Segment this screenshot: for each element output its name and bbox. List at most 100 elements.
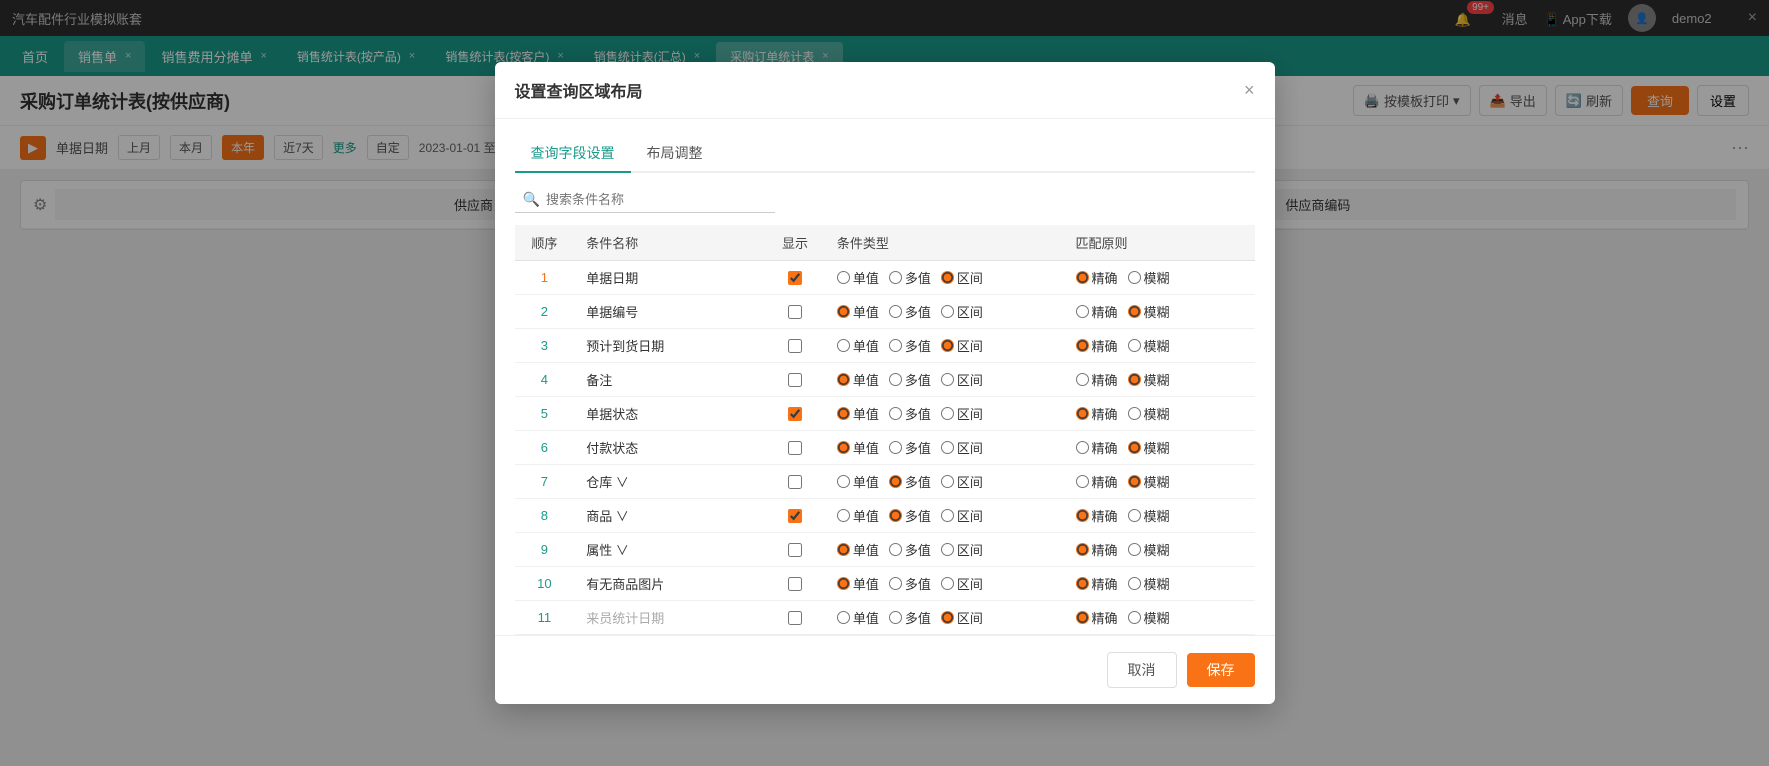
ctype-radio-区间[interactable] — [941, 305, 954, 318]
cell-match-rule: 精确模糊 — [1064, 363, 1255, 397]
cell-condition-name: 来员统计日期 — [574, 601, 765, 635]
match-radio-精确[interactable] — [1076, 305, 1089, 318]
match-radio-模糊[interactable] — [1128, 305, 1141, 318]
ctype-radio-单值[interactable] — [837, 509, 850, 522]
search-input[interactable] — [546, 192, 767, 207]
ctype-radio-多值[interactable] — [889, 441, 902, 454]
display-checkbox[interactable] — [788, 543, 802, 557]
display-checkbox[interactable] — [788, 509, 802, 523]
modal-search-box: 🔍 — [515, 187, 775, 213]
table-row: 10有无商品图片单值多值区间精确模糊 — [515, 567, 1255, 601]
cell-display — [765, 363, 825, 397]
display-checkbox[interactable] — [788, 339, 802, 353]
match-radio-精确[interactable] — [1076, 611, 1089, 624]
ctype-radio-单值[interactable] — [837, 441, 850, 454]
cell-condition-name: 仓库 ∨ — [574, 465, 765, 499]
display-checkbox[interactable] — [788, 441, 802, 455]
modal-table: 顺序 条件名称 显示 条件类型 匹配原则 1单据日期单值多值区间精确模糊2单据编… — [515, 225, 1255, 635]
display-checkbox[interactable] — [788, 611, 802, 625]
modal-tab-query-fields-label: 查询字段设置 — [531, 145, 615, 161]
ctype-radio-单值[interactable] — [837, 543, 850, 556]
display-checkbox[interactable] — [788, 407, 802, 421]
match-radio-精确[interactable] — [1076, 475, 1089, 488]
modal-close-btn[interactable]: × — [1244, 81, 1255, 99]
ctype-radio-区间[interactable] — [941, 271, 954, 284]
cancel-btn[interactable]: 取消 — [1107, 652, 1177, 688]
ctype-radio-单值[interactable] — [837, 373, 850, 386]
th-display: 显示 — [765, 225, 825, 261]
display-checkbox[interactable] — [788, 373, 802, 387]
match-radio-模糊[interactable] — [1128, 407, 1141, 420]
ctype-radio-单值[interactable] — [837, 305, 850, 318]
match-radio-精确[interactable] — [1076, 577, 1089, 590]
ctype-radio-多值[interactable] — [889, 611, 902, 624]
cell-condition-type: 单值多值区间 — [825, 261, 1064, 295]
ctype-radio-单值[interactable] — [837, 271, 850, 284]
match-radio-精确[interactable] — [1076, 509, 1089, 522]
cell-condition-name: 单据日期 — [574, 261, 765, 295]
cell-condition-name: 单据编号 — [574, 295, 765, 329]
modal-header: 设置查询区域布局 × — [495, 62, 1275, 119]
modal-tab-layout[interactable]: 布局调整 — [631, 135, 719, 173]
table-row: 8商品 ∨单值多值区间精确模糊 — [515, 499, 1255, 533]
ctype-radio-单值[interactable] — [837, 611, 850, 624]
match-radio-模糊[interactable] — [1128, 509, 1141, 522]
table-row: 6付款状态单值多值区间精确模糊 — [515, 431, 1255, 465]
match-radio-模糊[interactable] — [1128, 611, 1141, 624]
ctype-radio-多值[interactable] — [889, 271, 902, 284]
match-radio-精确[interactable] — [1076, 407, 1089, 420]
match-radio-模糊[interactable] — [1128, 543, 1141, 556]
match-radio-模糊[interactable] — [1128, 577, 1141, 590]
match-radio-模糊[interactable] — [1128, 373, 1141, 386]
cell-condition-type: 单值多值区间 — [825, 363, 1064, 397]
display-checkbox[interactable] — [788, 577, 802, 591]
cell-order: 4 — [515, 363, 575, 397]
cell-condition-name: 单据状态 — [574, 397, 765, 431]
match-radio-精确[interactable] — [1076, 441, 1089, 454]
table-row: 2单据编号单值多值区间精确模糊 — [515, 295, 1255, 329]
ctype-radio-区间[interactable] — [941, 373, 954, 386]
modal-tab-query-fields[interactable]: 查询字段设置 — [515, 135, 631, 173]
ctype-radio-多值[interactable] — [889, 339, 902, 352]
cell-condition-type: 单值多值区间 — [825, 465, 1064, 499]
ctype-radio-区间[interactable] — [941, 509, 954, 522]
ctype-radio-单值[interactable] — [837, 339, 850, 352]
display-checkbox[interactable] — [788, 305, 802, 319]
ctype-radio-区间[interactable] — [941, 543, 954, 556]
ctype-radio-区间[interactable] — [941, 475, 954, 488]
table-row: 11来员统计日期单值多值区间精确模糊 — [515, 601, 1255, 635]
save-btn[interactable]: 保存 — [1187, 653, 1255, 687]
ctype-radio-多值[interactable] — [889, 577, 902, 590]
match-radio-模糊[interactable] — [1128, 339, 1141, 352]
cell-order: 11 — [515, 601, 575, 635]
ctype-radio-区间[interactable] — [941, 441, 954, 454]
ctype-radio-区间[interactable] — [941, 339, 954, 352]
th-condition-type: 条件类型 — [825, 225, 1064, 261]
cell-condition-name: 预计到货日期 — [574, 329, 765, 363]
modal-tab-layout-label: 布局调整 — [647, 145, 703, 161]
ctype-radio-单值[interactable] — [837, 577, 850, 590]
ctype-radio-单值[interactable] — [837, 407, 850, 420]
ctype-radio-区间[interactable] — [941, 577, 954, 590]
match-radio-模糊[interactable] — [1128, 271, 1141, 284]
display-checkbox[interactable] — [788, 475, 802, 489]
ctype-radio-多值[interactable] — [889, 543, 902, 556]
ctype-radio-多值[interactable] — [889, 305, 902, 318]
ctype-radio-多值[interactable] — [889, 475, 902, 488]
match-radio-模糊[interactable] — [1128, 475, 1141, 488]
display-checkbox[interactable] — [788, 271, 802, 285]
match-radio-精确[interactable] — [1076, 543, 1089, 556]
ctype-radio-单值[interactable] — [837, 475, 850, 488]
ctype-radio-多值[interactable] — [889, 407, 902, 420]
cell-condition-type: 单值多值区间 — [825, 397, 1064, 431]
cell-condition-name: 有无商品图片 — [574, 567, 765, 601]
match-radio-精确[interactable] — [1076, 339, 1089, 352]
match-radio-模糊[interactable] — [1128, 441, 1141, 454]
ctype-radio-多值[interactable] — [889, 509, 902, 522]
match-radio-精确[interactable] — [1076, 271, 1089, 284]
search-icon: 🔍 — [523, 191, 540, 208]
match-radio-精确[interactable] — [1076, 373, 1089, 386]
ctype-radio-区间[interactable] — [941, 611, 954, 624]
ctype-radio-多值[interactable] — [889, 373, 902, 386]
ctype-radio-区间[interactable] — [941, 407, 954, 420]
